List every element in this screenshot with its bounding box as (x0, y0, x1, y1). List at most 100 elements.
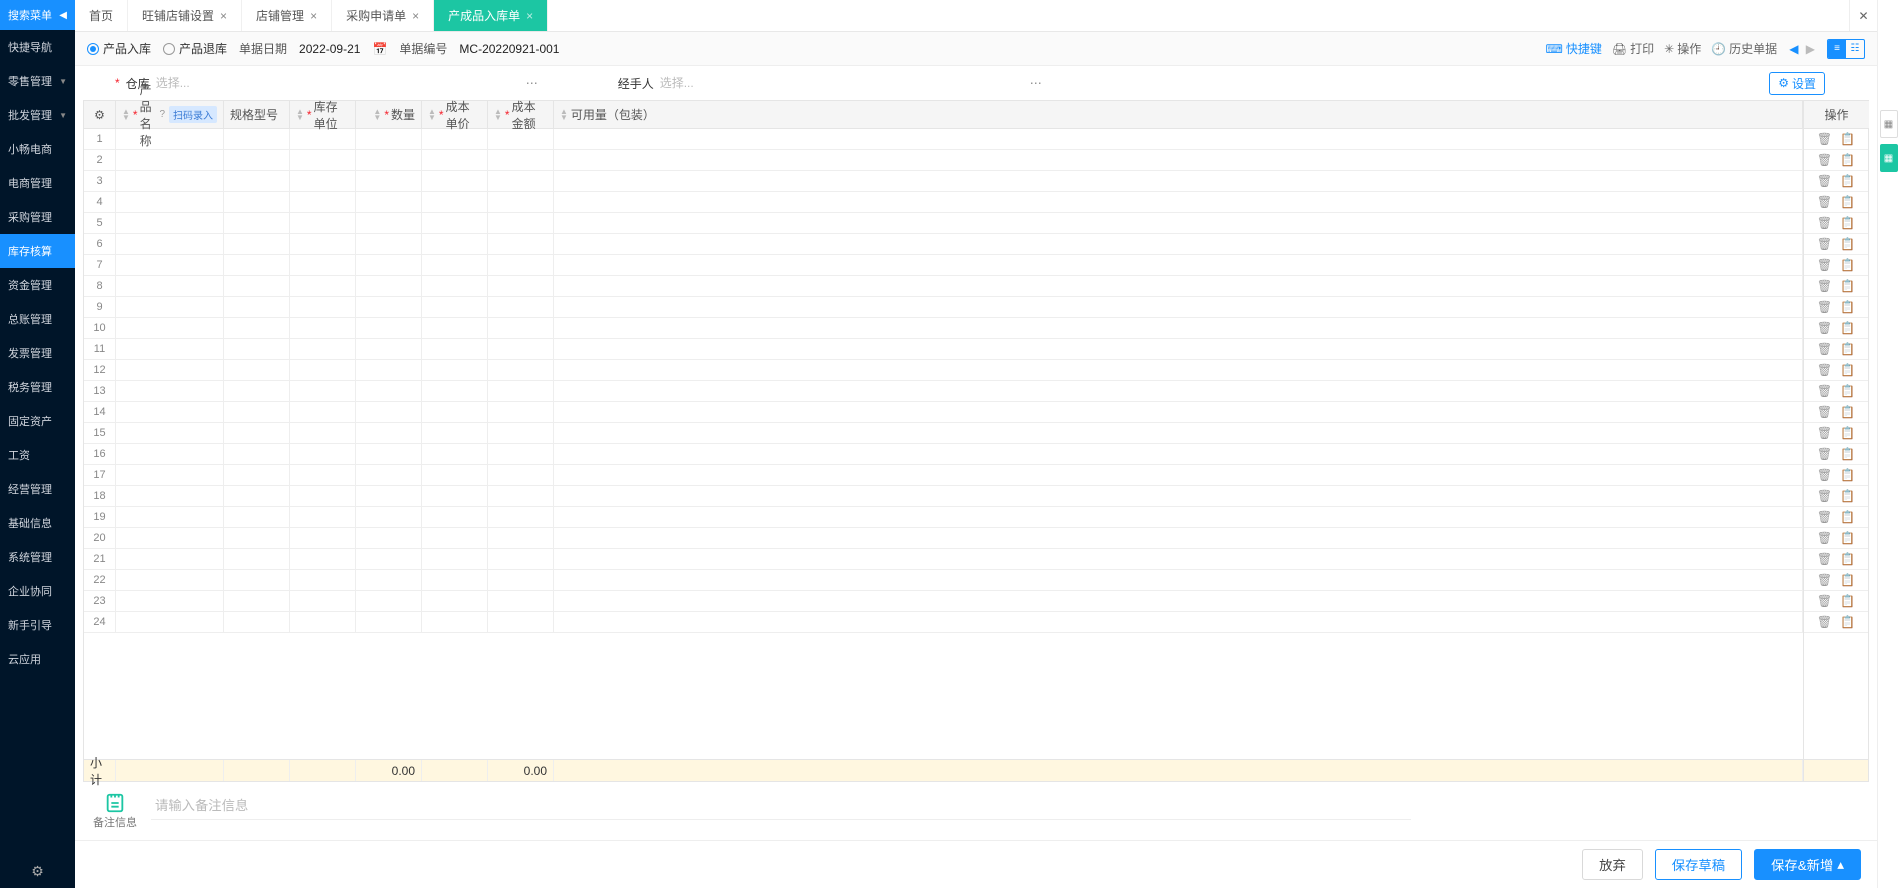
table-row[interactable]: 8 (84, 276, 1803, 297)
delete-row-icon[interactable]: 🗑 (1817, 342, 1832, 356)
table-row[interactable]: 6 (84, 234, 1803, 255)
col-amount[interactable]: ▲▼*成本金额 (488, 101, 554, 128)
print-link[interactable]: 🖨 打印 (1612, 40, 1654, 57)
warehouse-more-icon[interactable]: ⋯ (526, 76, 538, 90)
delete-row-icon[interactable]: 🗑 (1817, 594, 1832, 608)
copy-row-icon[interactable]: 📋 (1840, 174, 1855, 188)
date-value[interactable]: 2022-09-21 (299, 42, 360, 56)
sidebar-item[interactable]: 小畅电商 (0, 132, 75, 166)
delete-row-icon[interactable]: 🗑 (1817, 300, 1832, 314)
close-icon[interactable]: × (220, 9, 227, 23)
sidebar-search[interactable]: 搜索菜单 ◀ (0, 0, 75, 30)
col-spec[interactable]: 规格型号 (224, 101, 290, 128)
table-row[interactable]: 21 (84, 549, 1803, 570)
copy-row-icon[interactable]: 📋 (1840, 426, 1855, 440)
sidebar-item[interactable]: 税务管理 (0, 370, 75, 404)
save-new-button[interactable]: 保存&新增 ▴ (1754, 849, 1861, 880)
table-row[interactable]: 4 (84, 192, 1803, 213)
prev-record-icon[interactable]: ◀ (1787, 42, 1800, 56)
col-product-name[interactable]: ▲▼*产品名称?扫码录入 (116, 101, 224, 128)
table-row[interactable]: 15 (84, 423, 1803, 444)
sidebar-item[interactable]: 采购管理 (0, 200, 75, 234)
copy-row-icon[interactable]: 📋 (1840, 489, 1855, 503)
view-card-icon[interactable]: ☷ (1846, 40, 1864, 58)
copy-row-icon[interactable]: 📋 (1840, 342, 1855, 356)
sidebar-item[interactable]: 新手引导 (0, 608, 75, 642)
table-row[interactable]: 19 (84, 507, 1803, 528)
table-row[interactable]: 1 (84, 129, 1803, 150)
sidebar-item[interactable]: 基础信息 (0, 506, 75, 540)
close-all-tabs-icon[interactable]: ✕ (1849, 0, 1877, 31)
copy-row-icon[interactable]: 📋 (1840, 237, 1855, 251)
table-row[interactable]: 5 (84, 213, 1803, 234)
delete-row-icon[interactable]: 🗑 (1817, 363, 1832, 377)
copy-row-icon[interactable]: 📋 (1840, 552, 1855, 566)
table-row[interactable]: 22 (84, 570, 1803, 591)
copy-row-icon[interactable]: 📋 (1840, 321, 1855, 335)
delete-row-icon[interactable]: 🗑 (1817, 132, 1832, 146)
sidebar-item[interactable]: 总账管理 (0, 302, 75, 336)
col-available[interactable]: ▲▼可用量（包装） (554, 101, 1803, 128)
copy-row-icon[interactable]: 📋 (1840, 300, 1855, 314)
help-icon[interactable]: ? (159, 109, 165, 120)
table-row[interactable]: 17 (84, 465, 1803, 486)
delete-row-icon[interactable]: 🗑 (1817, 279, 1832, 293)
copy-row-icon[interactable]: 📋 (1840, 531, 1855, 545)
rail-button-1[interactable]: ▦ (1880, 110, 1898, 138)
tab[interactable]: 旺铺店铺设置× (128, 0, 242, 31)
delete-row-icon[interactable]: 🗑 (1817, 153, 1832, 167)
delete-row-icon[interactable]: 🗑 (1817, 384, 1832, 398)
delete-row-icon[interactable]: 🗑 (1817, 531, 1832, 545)
discard-button[interactable]: 放弃 (1582, 849, 1643, 880)
close-icon[interactable]: × (412, 9, 419, 23)
copy-row-icon[interactable]: 📋 (1840, 384, 1855, 398)
delete-row-icon[interactable]: 🗑 (1817, 489, 1832, 503)
delete-row-icon[interactable]: 🗑 (1817, 258, 1832, 272)
delete-row-icon[interactable]: 🗑 (1817, 405, 1832, 419)
sidebar-item[interactable]: 经营管理 (0, 472, 75, 506)
copy-row-icon[interactable]: 📋 (1840, 195, 1855, 209)
copy-row-icon[interactable]: 📋 (1840, 279, 1855, 293)
sidebar-item[interactable]: 零售管理▼ (0, 64, 75, 98)
action-link[interactable]: ✳ 操作 (1664, 40, 1701, 57)
table-row[interactable]: 24 (84, 612, 1803, 633)
tab[interactable]: 店铺管理× (242, 0, 332, 31)
delete-row-icon[interactable]: 🗑 (1817, 174, 1832, 188)
sidebar-item[interactable]: 固定资产 (0, 404, 75, 438)
table-row[interactable]: 20 (84, 528, 1803, 549)
warehouse-select[interactable]: 选择... (156, 74, 516, 92)
delete-row-icon[interactable]: 🗑 (1817, 615, 1832, 629)
delete-row-icon[interactable]: 🗑 (1817, 552, 1832, 566)
history-link[interactable]: 🕘 历史单据 (1711, 40, 1777, 57)
delete-row-icon[interactable]: 🗑 (1817, 216, 1832, 230)
table-row[interactable]: 11 (84, 339, 1803, 360)
radio-product-in[interactable]: 产品入库 (87, 40, 151, 57)
scan-badge[interactable]: 扫码录入 (169, 106, 217, 123)
table-row[interactable]: 2 (84, 150, 1803, 171)
tab[interactable]: 首页 (75, 0, 128, 31)
col-unit[interactable]: ▲▼*库存单位 (290, 101, 356, 128)
sidebar-item[interactable]: 库存核算 (0, 234, 75, 268)
col-gear[interactable]: ⚙ (84, 101, 116, 128)
delete-row-icon[interactable]: 🗑 (1817, 237, 1832, 251)
table-row[interactable]: 10 (84, 318, 1803, 339)
delete-row-icon[interactable]: 🗑 (1817, 510, 1832, 524)
collapse-icon[interactable]: ◀ (59, 10, 67, 21)
copy-row-icon[interactable]: 📋 (1840, 258, 1855, 272)
copy-row-icon[interactable]: 📋 (1840, 405, 1855, 419)
sidebar-item[interactable]: 批发管理▼ (0, 98, 75, 132)
close-icon[interactable]: × (310, 9, 317, 23)
table-row[interactable]: 16 (84, 444, 1803, 465)
copy-row-icon[interactable]: 📋 (1840, 363, 1855, 377)
delete-row-icon[interactable]: 🗑 (1817, 426, 1832, 440)
remark-input[interactable] (151, 792, 1411, 820)
table-row[interactable]: 18 (84, 486, 1803, 507)
delete-row-icon[interactable]: 🗑 (1817, 468, 1832, 482)
sidebar-item[interactable]: 电商管理 (0, 166, 75, 200)
save-draft-button[interactable]: 保存草稿 (1655, 849, 1742, 880)
copy-row-icon[interactable]: 📋 (1840, 594, 1855, 608)
view-list-icon[interactable]: ≡ (1828, 40, 1846, 58)
sidebar-item[interactable]: 企业协同 (0, 574, 75, 608)
close-icon[interactable]: × (526, 9, 533, 23)
tab[interactable]: 产成品入库单× (434, 0, 548, 31)
